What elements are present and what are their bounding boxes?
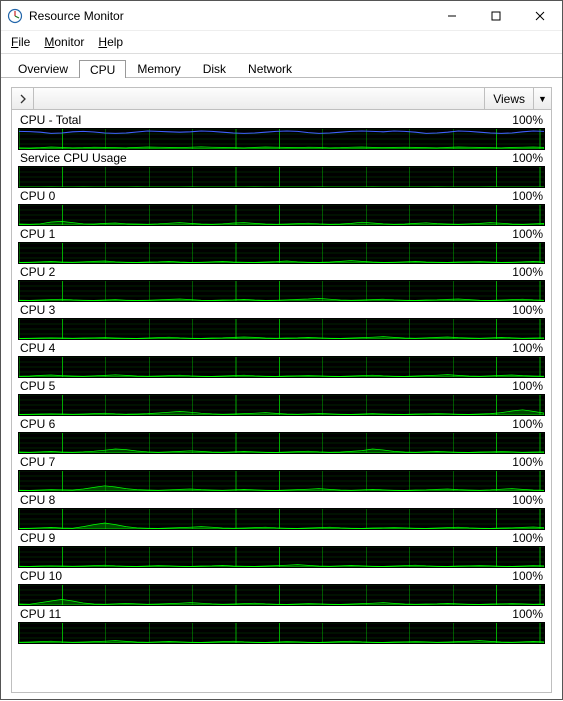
chart-scale: 100%: [512, 455, 543, 469]
tab-memory[interactable]: Memory: [126, 59, 191, 77]
chart-scale: 100%: [512, 531, 543, 545]
chart-scale: 100%: [512, 417, 543, 431]
chart-scale: 100%: [512, 265, 543, 279]
chart-canvas: [18, 508, 545, 530]
charts-panel: Views ▼ CPU - Total100%Service CPU Usage…: [11, 87, 552, 693]
chart-canvas: [18, 356, 545, 378]
chart-cpu-total: CPU - Total100%: [18, 112, 545, 150]
chart-name: CPU 8: [20, 493, 512, 507]
titlebar: Resource Monitor: [1, 1, 562, 31]
chart-cpu-0: CPU 0100%: [18, 188, 545, 226]
window-controls: [430, 1, 562, 30]
chart-scale: 100%: [512, 151, 543, 165]
chart-cpu-6: CPU 6100%: [18, 416, 545, 454]
chart-service-cpu-usage: Service CPU Usage100%: [18, 150, 545, 188]
chart-name: CPU 6: [20, 417, 512, 431]
views-button[interactable]: Views: [484, 88, 533, 109]
menu-help[interactable]: Help: [92, 33, 129, 51]
chart-scale: 100%: [512, 189, 543, 203]
chart-name: CPU 2: [20, 265, 512, 279]
maximize-button[interactable]: [474, 1, 518, 30]
chart-cpu-5: CPU 5100%: [18, 378, 545, 416]
tabbar: Overview CPU Memory Disk Network: [1, 54, 562, 78]
minimize-button[interactable]: [430, 1, 474, 30]
chart-cpu-10: CPU 10100%: [18, 568, 545, 606]
chart-canvas: [18, 546, 545, 568]
chart-scale: 100%: [512, 113, 543, 127]
chart-canvas: [18, 242, 545, 264]
chart-name: CPU 10: [20, 569, 512, 583]
chart-header: CPU 11100%: [18, 606, 545, 622]
chart-header: CPU 7100%: [18, 454, 545, 470]
chart-canvas: [18, 394, 545, 416]
chart-cpu-9: CPU 9100%: [18, 530, 545, 568]
chart-canvas: [18, 280, 545, 302]
chart-scale: 100%: [512, 493, 543, 507]
chart-header: Service CPU Usage100%: [18, 150, 545, 166]
close-button[interactable]: [518, 1, 562, 30]
chart-cpu-4: CPU 4100%: [18, 340, 545, 378]
chart-header: CPU 5100%: [18, 378, 545, 394]
chart-header: CPU 9100%: [18, 530, 545, 546]
chart-header: CPU 1100%: [18, 226, 545, 242]
chart-canvas: [18, 432, 545, 454]
content: Views ▼ CPU - Total100%Service CPU Usage…: [1, 78, 562, 701]
chart-scale: 100%: [512, 227, 543, 241]
chart-header: CPU 3100%: [18, 302, 545, 318]
views-dropdown[interactable]: ▼: [533, 88, 551, 109]
chart-header: CPU 6100%: [18, 416, 545, 432]
chart-name: CPU 5: [20, 379, 512, 393]
chart-canvas: [18, 622, 545, 644]
chart-name: CPU 0: [20, 189, 512, 203]
chart-header: CPU - Total100%: [18, 112, 545, 128]
chart-cpu-8: CPU 8100%: [18, 492, 545, 530]
chart-name: CPU 11: [20, 607, 512, 621]
chart-scale: 100%: [512, 569, 543, 583]
chart-scale: 100%: [512, 341, 543, 355]
chart-canvas: [18, 584, 545, 606]
chart-name: Service CPU Usage: [20, 151, 512, 165]
chart-canvas: [18, 470, 545, 492]
chart-name: CPU 9: [20, 531, 512, 545]
chart-scale: 100%: [512, 303, 543, 317]
chart-scale: 100%: [512, 379, 543, 393]
chart-name: CPU 3: [20, 303, 512, 317]
collapse-button[interactable]: [12, 88, 34, 109]
chart-header: CPU 4100%: [18, 340, 545, 356]
chart-name: CPU 1: [20, 227, 512, 241]
tab-network[interactable]: Network: [237, 59, 303, 77]
chart-cpu-2: CPU 2100%: [18, 264, 545, 302]
chart-header: CPU 8100%: [18, 492, 545, 508]
tab-disk[interactable]: Disk: [192, 59, 237, 77]
chart-header: CPU 0100%: [18, 188, 545, 204]
chart-canvas: [18, 128, 545, 150]
chart-cpu-3: CPU 3100%: [18, 302, 545, 340]
window-title: Resource Monitor: [29, 9, 430, 23]
panel-header: Views ▼: [12, 88, 551, 110]
chart-name: CPU 4: [20, 341, 512, 355]
chart-name: CPU - Total: [20, 113, 512, 127]
tab-cpu[interactable]: CPU: [79, 60, 126, 78]
chart-scale: 100%: [512, 607, 543, 621]
menubar: File Monitor Help: [1, 31, 562, 54]
chart-cpu-7: CPU 7100%: [18, 454, 545, 492]
menu-monitor[interactable]: Monitor: [38, 33, 90, 51]
chart-canvas: [18, 318, 545, 340]
chart-canvas: [18, 166, 545, 188]
chart-header: CPU 2100%: [18, 264, 545, 280]
chart-header: CPU 10100%: [18, 568, 545, 584]
chart-cpu-1: CPU 1100%: [18, 226, 545, 264]
chart-name: CPU 7: [20, 455, 512, 469]
chart-cpu-11: CPU 11100%: [18, 606, 545, 644]
tab-overview[interactable]: Overview: [7, 59, 79, 77]
app-icon: [7, 8, 23, 24]
chart-canvas: [18, 204, 545, 226]
charts-container: CPU - Total100%Service CPU Usage100%CPU …: [12, 110, 551, 692]
menu-file[interactable]: File: [5, 33, 36, 51]
